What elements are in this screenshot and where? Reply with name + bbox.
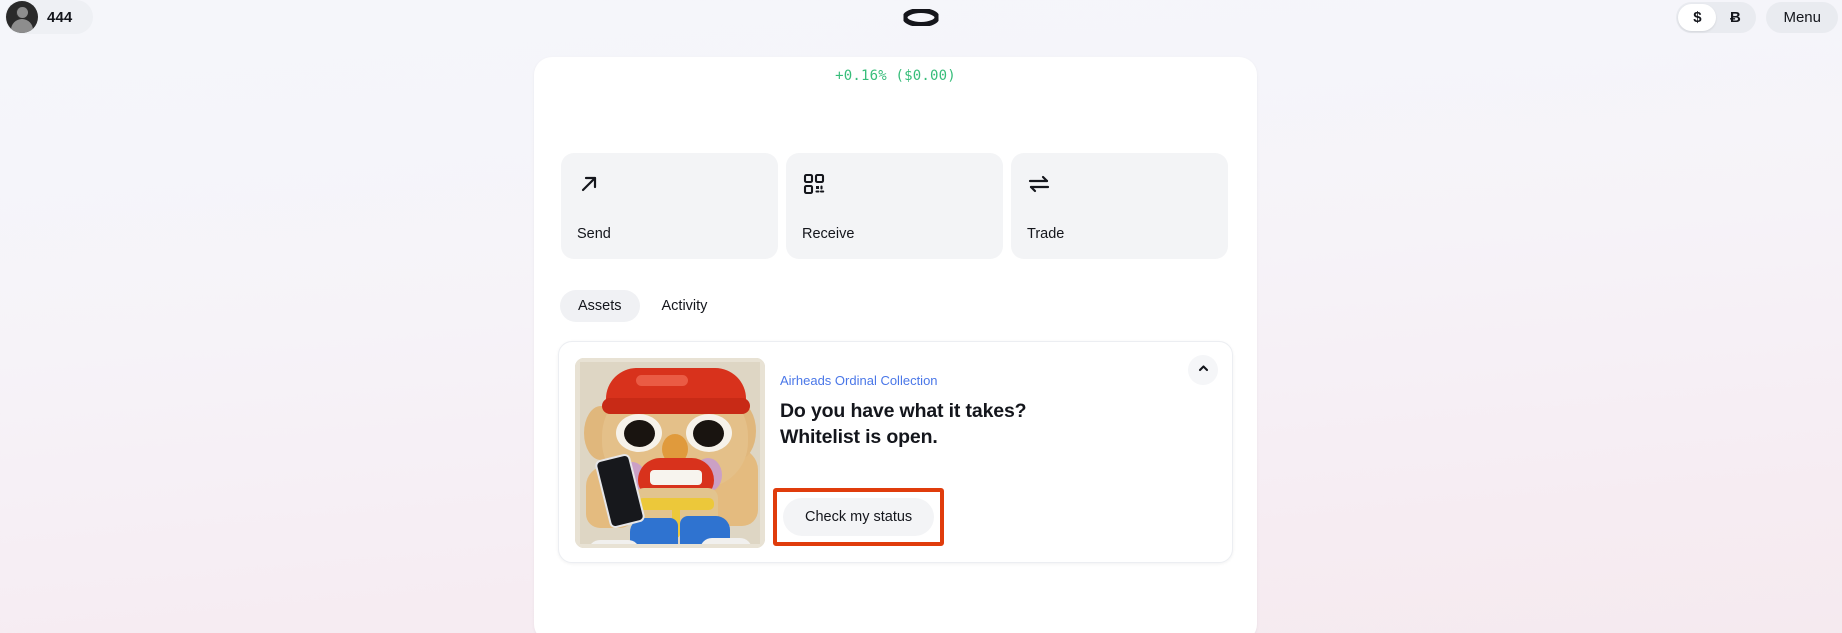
currency-option-usd[interactable]: $ — [1678, 4, 1716, 31]
airhead-ordinal-figure-thumbnail[interactable] — [575, 358, 765, 548]
wallet-panel: +0.16% ($0.00) Send Rec — [534, 57, 1257, 633]
collapse-nft-card-button[interactable] — [1188, 355, 1218, 385]
qr-code-icon — [802, 169, 987, 199]
menu-button[interactable]: Menu — [1766, 2, 1838, 33]
tab-activity[interactable]: Activity — [644, 290, 726, 322]
tab-activity-label: Activity — [662, 298, 708, 314]
trade-button[interactable]: Trade — [1011, 153, 1228, 259]
panel-tabs: Assets Activity — [560, 290, 725, 322]
send-button-label: Send — [577, 226, 611, 242]
currency-option-btc-label: Ƀ — [1730, 9, 1741, 26]
nft-promo-card: Airheads Ordinal Collection Do you have … — [558, 341, 1233, 563]
check-status-highlight: Check my status — [773, 488, 944, 546]
nft-promo-title-line-1: Do you have what it takes? — [780, 399, 1180, 425]
trade-button-label: Trade — [1027, 226, 1064, 242]
xverse-ellipse-logo — [904, 9, 939, 26]
currency-option-usd-label: $ — [1693, 9, 1701, 26]
balance-change-label: +0.16% ($0.00) — [534, 68, 1257, 84]
top-bar-right-group: $ Ƀ Menu — [1676, 0, 1838, 34]
menu-button-label: Menu — [1783, 9, 1821, 26]
currency-toggle[interactable]: $ Ƀ — [1676, 2, 1756, 33]
arrow-up-right-icon — [577, 169, 762, 199]
tab-assets-label: Assets — [578, 298, 622, 314]
top-bar: 444 $ Ƀ Menu — [0, 0, 1842, 34]
tab-assets[interactable]: Assets — [560, 290, 640, 322]
send-button[interactable]: Send — [561, 153, 778, 259]
nft-promo-title: Do you have what it takes? Whitelist is … — [780, 399, 1180, 450]
receive-button[interactable]: Receive — [786, 153, 1003, 259]
currency-option-btc[interactable]: Ƀ — [1716, 4, 1754, 31]
receive-button-label: Receive — [802, 226, 854, 242]
nft-promo-title-line-2: Whitelist is open. — [780, 425, 1180, 451]
chevron-up-icon — [1197, 362, 1210, 378]
nft-collection-link[interactable]: Airheads Ordinal Collection — [780, 373, 1180, 388]
check-my-status-label: Check my status — [805, 509, 912, 525]
nft-promo-text-block: Airheads Ordinal Collection Do you have … — [780, 373, 1180, 450]
swap-arrows-icon — [1027, 169, 1212, 199]
account-selector[interactable]: 444 — [5, 0, 93, 34]
quick-actions-row: Send Receive — [561, 153, 1229, 259]
check-my-status-button[interactable]: Check my status — [783, 498, 934, 536]
user-avatar-icon — [6, 1, 38, 33]
account-name-label: 444 — [47, 9, 72, 26]
